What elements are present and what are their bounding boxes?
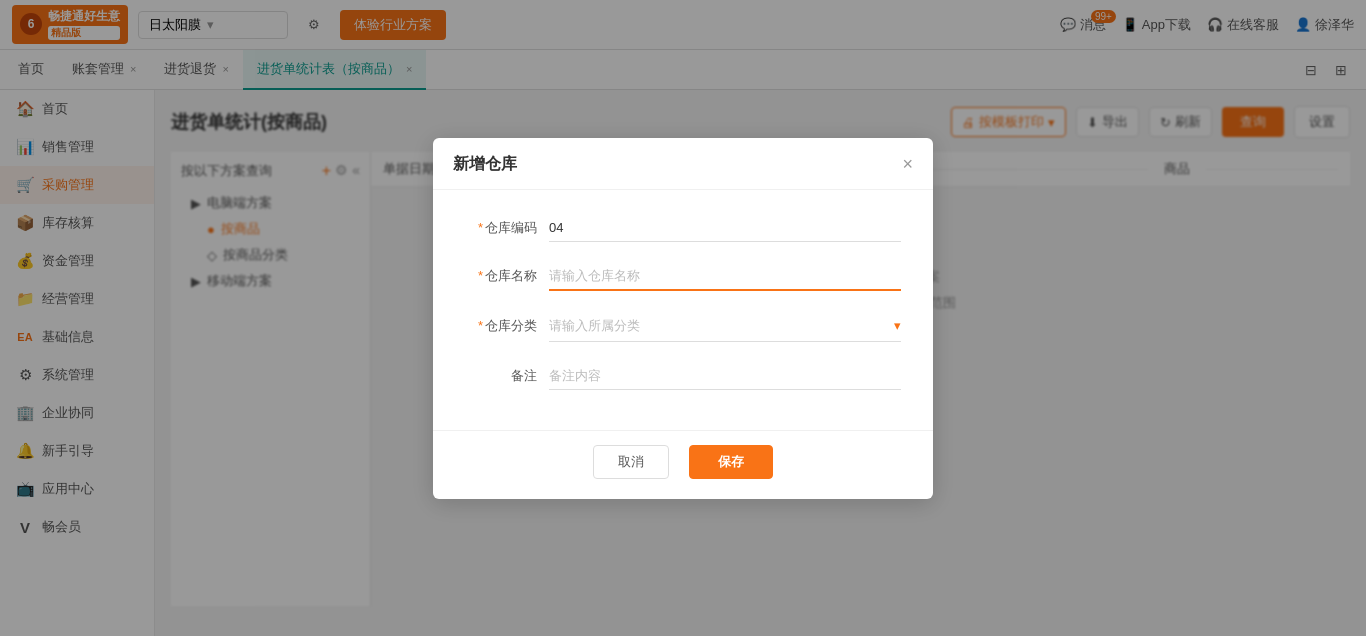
- save-button[interactable]: 保存: [689, 445, 773, 479]
- dialog-footer: 取消 保存: [433, 430, 933, 499]
- chevron-category-icon: ▾: [894, 318, 901, 333]
- dialog-close-button[interactable]: ×: [902, 155, 913, 173]
- dialog-title: 新增仓库: [453, 154, 517, 175]
- add-warehouse-dialog: 新增仓库 × *仓库编码 *仓库名称 *仓库分类: [433, 138, 933, 499]
- category-placeholder: 请输入所属分类: [549, 317, 640, 335]
- name-input[interactable]: [549, 262, 901, 291]
- form-row-category: *仓库分类 请输入所属分类 ▾: [465, 311, 901, 342]
- name-label: *仓库名称: [465, 267, 537, 285]
- form-row-code: *仓库编码: [465, 214, 901, 242]
- cancel-button[interactable]: 取消: [593, 445, 669, 479]
- code-label: *仓库编码: [465, 219, 537, 237]
- code-input[interactable]: [549, 214, 901, 242]
- dialog-overlay: 新增仓库 × *仓库编码 *仓库名称 *仓库分类: [0, 0, 1366, 636]
- dialog-header: 新增仓库 ×: [433, 138, 933, 190]
- category-label: *仓库分类: [465, 317, 537, 335]
- dialog-body: *仓库编码 *仓库名称 *仓库分类 请输入所属分类 ▾: [433, 190, 933, 430]
- category-required-star: *: [478, 318, 483, 333]
- remark-input[interactable]: [549, 362, 901, 390]
- form-row-name: *仓库名称: [465, 262, 901, 291]
- category-select[interactable]: 请输入所属分类 ▾: [549, 311, 901, 342]
- remark-label: 备注: [465, 367, 537, 385]
- name-required-star: *: [478, 268, 483, 283]
- code-required-star: *: [478, 220, 483, 235]
- form-row-remark: 备注: [465, 362, 901, 390]
